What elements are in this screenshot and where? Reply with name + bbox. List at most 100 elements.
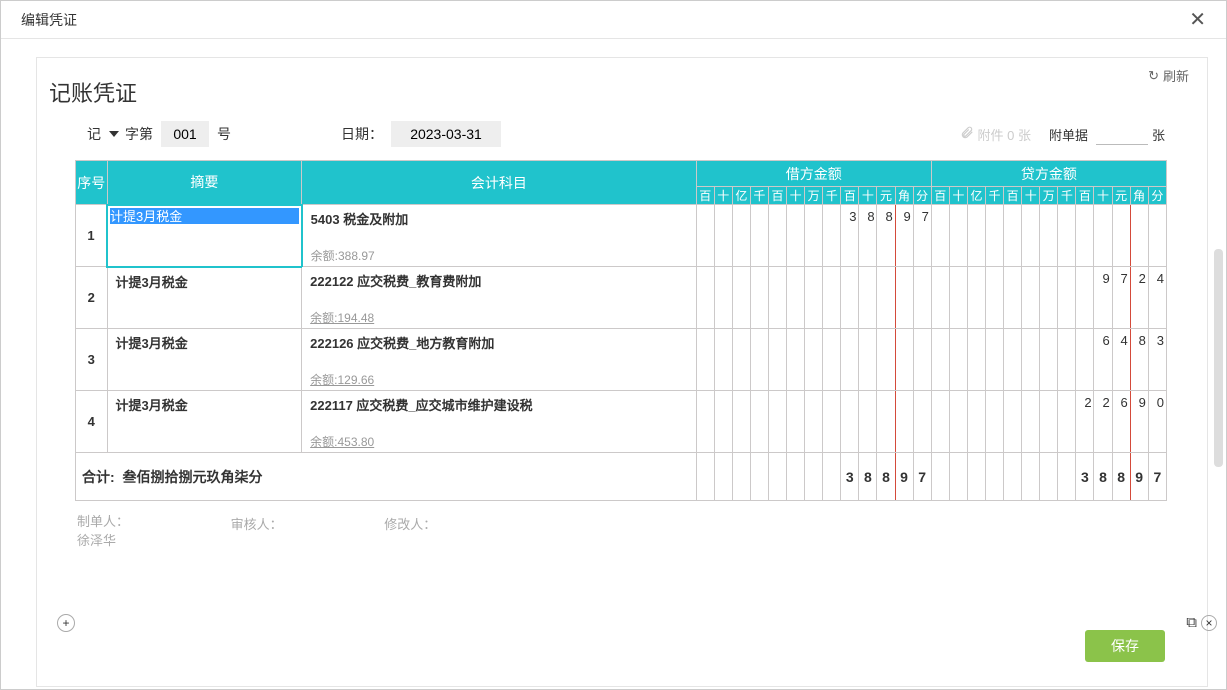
amount-digit[interactable] xyxy=(931,267,949,329)
summary-cell[interactable]: 计提3月税金 xyxy=(107,391,302,453)
amount-digit[interactable]: 8 xyxy=(1112,453,1130,501)
voucher-type-select[interactable]: 记 xyxy=(85,120,103,148)
amount-digit[interactable] xyxy=(750,329,768,391)
subject-cell[interactable]: 5403 税金及附加余额:388.97 xyxy=(302,205,697,267)
amount-digit[interactable] xyxy=(986,453,1004,501)
amount-digit[interactable]: 4 xyxy=(1148,267,1166,329)
amount-digit[interactable] xyxy=(714,205,732,267)
amount-digit[interactable] xyxy=(732,391,750,453)
close-icon[interactable]: ✕ xyxy=(1189,1,1206,39)
amount-digit[interactable] xyxy=(787,453,805,501)
amount-digit[interactable]: 4 xyxy=(1112,329,1130,391)
amount-digit[interactable] xyxy=(1112,205,1130,267)
amount-digit[interactable] xyxy=(823,329,841,391)
amount-digit[interactable] xyxy=(913,267,931,329)
amount-digit[interactable] xyxy=(1148,205,1166,267)
amount-digit[interactable] xyxy=(949,329,967,391)
amount-digit[interactable] xyxy=(787,391,805,453)
amount-digit[interactable] xyxy=(714,329,732,391)
amount-digit[interactable] xyxy=(1022,329,1040,391)
amount-digit[interactable] xyxy=(805,267,823,329)
amount-digit[interactable] xyxy=(913,391,931,453)
amount-digit[interactable] xyxy=(967,391,985,453)
amount-digit[interactable]: 8 xyxy=(859,453,877,501)
amount-digit[interactable] xyxy=(732,329,750,391)
amount-digit[interactable]: 7 xyxy=(913,453,931,501)
amount-digit[interactable] xyxy=(986,391,1004,453)
amount-digit[interactable] xyxy=(1004,453,1022,501)
amount-digit[interactable] xyxy=(986,267,1004,329)
scrollbar-thumb[interactable] xyxy=(1214,249,1223,467)
amount-digit[interactable] xyxy=(823,205,841,267)
amount-digit[interactable] xyxy=(1022,453,1040,501)
chevron-down-icon[interactable] xyxy=(109,131,119,137)
amount-digit[interactable] xyxy=(732,267,750,329)
amount-digit[interactable] xyxy=(877,391,895,453)
amount-digit[interactable] xyxy=(1022,267,1040,329)
amount-digit[interactable] xyxy=(787,267,805,329)
amount-digit[interactable] xyxy=(949,453,967,501)
amount-digit[interactable] xyxy=(986,329,1004,391)
amount-digit[interactable] xyxy=(1058,391,1076,453)
amount-digit[interactable]: 3 xyxy=(841,205,859,267)
amount-digit[interactable] xyxy=(1076,329,1094,391)
amount-digit[interactable]: 9 xyxy=(895,453,913,501)
amount-digit[interactable] xyxy=(768,205,786,267)
amount-digit[interactable] xyxy=(967,453,985,501)
amount-digit[interactable]: 7 xyxy=(913,205,931,267)
amount-digit[interactable]: 9 xyxy=(1130,391,1148,453)
add-row-button[interactable]: + xyxy=(57,614,75,632)
subject-cell[interactable]: 222122 应交税费_教育费附加余额:194.48 xyxy=(302,267,697,329)
amount-digit[interactable] xyxy=(768,329,786,391)
subject-cell[interactable]: 222126 应交税费_地方教育附加余额:129.66 xyxy=(302,329,697,391)
amount-digit[interactable] xyxy=(967,205,985,267)
amount-digit[interactable] xyxy=(805,329,823,391)
copy-row-icon[interactable]: ⧉ xyxy=(1186,614,1197,631)
amount-digit[interactable] xyxy=(823,453,841,501)
amount-digit[interactable] xyxy=(1130,205,1148,267)
save-button[interactable]: 保存 xyxy=(1085,630,1165,662)
amount-digit[interactable]: 9 xyxy=(1094,267,1112,329)
amount-digit[interactable] xyxy=(696,329,714,391)
amount-digit[interactable] xyxy=(1004,391,1022,453)
amount-digit[interactable] xyxy=(1022,205,1040,267)
amount-digit[interactable] xyxy=(787,205,805,267)
summary-input[interactable] xyxy=(110,208,299,226)
amount-digit[interactable]: 8 xyxy=(1130,329,1148,391)
amount-digit[interactable]: 6 xyxy=(1094,329,1112,391)
amount-digit[interactable] xyxy=(895,329,913,391)
amount-digit[interactable] xyxy=(787,329,805,391)
summary-cell[interactable]: 计提3月税金 xyxy=(107,329,302,391)
amount-digit[interactable] xyxy=(696,267,714,329)
amount-digit[interactable]: 2 xyxy=(1076,391,1094,453)
amount-digit[interactable] xyxy=(714,453,732,501)
amount-digit[interactable] xyxy=(949,391,967,453)
amount-digit[interactable] xyxy=(750,391,768,453)
amount-digit[interactable] xyxy=(1040,329,1058,391)
amount-digit[interactable] xyxy=(877,329,895,391)
amount-digit[interactable] xyxy=(931,205,949,267)
amount-digit[interactable]: 2 xyxy=(1094,391,1112,453)
amount-digit[interactable] xyxy=(967,329,985,391)
amount-digit[interactable] xyxy=(859,329,877,391)
amount-digit[interactable] xyxy=(986,205,1004,267)
amount-digit[interactable] xyxy=(1058,329,1076,391)
amount-digit[interactable]: 3 xyxy=(841,453,859,501)
amount-digit[interactable] xyxy=(859,267,877,329)
amount-digit[interactable] xyxy=(805,391,823,453)
amount-digit[interactable] xyxy=(931,453,949,501)
amount-digit[interactable] xyxy=(750,205,768,267)
amount-digit[interactable] xyxy=(696,391,714,453)
amount-digit[interactable] xyxy=(895,391,913,453)
summary-cell[interactable]: 计提3月税金 xyxy=(107,267,302,329)
amount-digit[interactable] xyxy=(823,391,841,453)
amount-digit[interactable] xyxy=(1004,329,1022,391)
subject-cell[interactable]: 222117 应交税费_应交城市维护建设税余额:453.80 xyxy=(302,391,697,453)
amount-digit[interactable]: 9 xyxy=(895,205,913,267)
amount-digit[interactable] xyxy=(1058,205,1076,267)
amount-digit[interactable] xyxy=(732,453,750,501)
amount-digit[interactable]: 8 xyxy=(1094,453,1112,501)
amount-digit[interactable]: 0 xyxy=(1148,391,1166,453)
amount-digit[interactable] xyxy=(750,267,768,329)
date-input[interactable] xyxy=(391,121,501,147)
